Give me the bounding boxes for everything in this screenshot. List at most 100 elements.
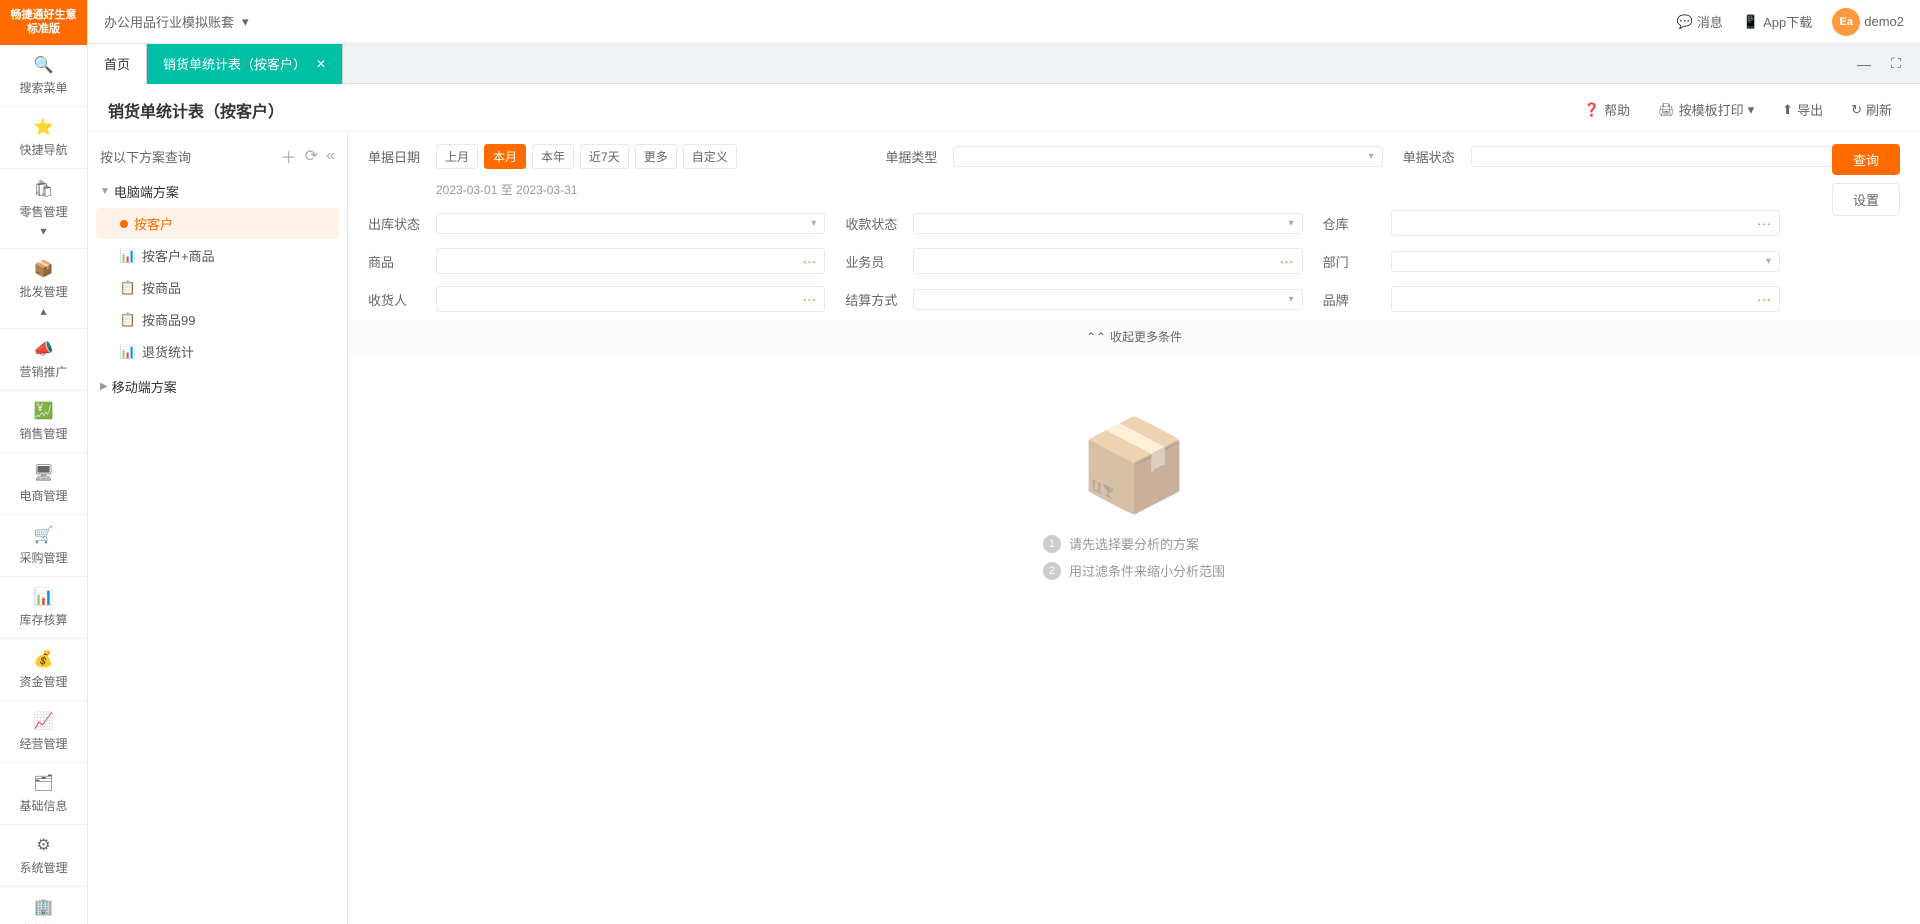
collapse-panel-btn[interactable]: « xyxy=(326,147,335,165)
sidebar-item-sales[interactable]: 💹 销售管理 xyxy=(0,391,88,453)
brand-select[interactable]: ··· xyxy=(1391,286,1780,312)
sidebar-item-wholesale[interactable]: 📦 批发管理 ▴ xyxy=(0,249,88,329)
department-label: 部门 xyxy=(1323,252,1383,271)
export-btn[interactable]: ⬆ 导出 xyxy=(1774,96,1831,123)
purchase-icon: 🛒 xyxy=(34,525,54,545)
department-select[interactable]: ▾ xyxy=(1391,251,1780,272)
date-label: 单据日期 xyxy=(368,147,428,166)
warehouse-select[interactable]: ··· xyxy=(1391,210,1780,236)
date-7days-btn[interactable]: 近7天 xyxy=(580,144,629,169)
receiver-dots-icon: ··· xyxy=(802,291,816,307)
tree-item-by-goods[interactable]: 📋 按商品 xyxy=(96,272,339,303)
step-1-text: 请先选择要分析的方案 xyxy=(1069,534,1199,553)
sidebar-item-label: 采购管理 xyxy=(19,549,67,566)
search-menu-icon: 🔍 xyxy=(34,55,54,75)
sidebar-item-finance[interactable]: 💰 资金管理 xyxy=(0,639,88,701)
sidebar-item-label: 营销推广 xyxy=(19,363,67,380)
tab-close-btn[interactable]: ✕ xyxy=(316,57,326,71)
enterprise-icon: 🏢 xyxy=(34,897,54,917)
sidebar-item-purchase[interactable]: 🛒 采购管理 xyxy=(0,515,88,577)
receiver-label: 收货人 xyxy=(368,290,428,309)
settlement-filter: 结算方式 ▾ xyxy=(845,286,1302,312)
sidebar-item-label: 零售管理 xyxy=(19,203,67,220)
goods-select[interactable]: ··· xyxy=(436,248,825,274)
sidebar-item-marketing[interactable]: 📣 营销推广 xyxy=(0,329,88,391)
user-menu[interactable]: Ea demo2 xyxy=(1832,8,1904,36)
left-panel-actions: ＋ ⟳ « xyxy=(281,144,335,168)
two-panel: 按以下方案查询 ＋ ⟳ « ▼ 电脑端方案 xyxy=(88,132,1920,924)
settlement-select[interactable]: ▾ xyxy=(913,289,1302,310)
user-label: demo2 xyxy=(1864,14,1904,29)
tree-item-by-goods-99[interactable]: 📋 按商品99 xyxy=(96,304,339,335)
query-button[interactable]: 查询 xyxy=(1832,144,1900,175)
help-btn[interactable]: ❓ 帮助 xyxy=(1576,96,1638,123)
desktop-section-header[interactable]: ▼ 电脑端方案 xyxy=(88,176,347,207)
out-status-select[interactable]: ▾ xyxy=(436,213,825,234)
print-btn[interactable]: 🖨 按模板打印 ▾ xyxy=(1650,96,1762,123)
date-last-month-btn[interactable]: 上月 xyxy=(436,144,478,169)
tab-home[interactable]: 首页 xyxy=(88,44,147,84)
sidebar-item-quick-nav[interactable]: ⭐ 快捷导航 xyxy=(0,107,88,169)
receipt-status-select[interactable]: ▾ xyxy=(913,213,1302,234)
active-indicator xyxy=(120,220,128,228)
date-this-year-btn[interactable]: 本年 xyxy=(532,144,574,169)
receiver-filter: 收货人 ··· xyxy=(368,286,825,312)
table-icon: 📋 xyxy=(120,280,136,296)
tree-item-by-customer[interactable]: 按客户 xyxy=(96,208,339,239)
sidebar-item-ecommerce[interactable]: 🖥 电商管理 xyxy=(0,453,88,515)
settlement-arrow: ▾ xyxy=(1289,294,1294,305)
ecommerce-icon: 🖥 xyxy=(33,463,53,483)
settings-button[interactable]: 设置 xyxy=(1832,183,1900,216)
tab-sales-stats[interactable]: 销货单统计表（按客户） ✕ xyxy=(147,44,343,84)
date-this-month-btn[interactable]: 本月 xyxy=(484,144,526,169)
refresh-scheme-btn[interactable]: ⟳ xyxy=(305,146,318,166)
tree-item-by-customer-goods[interactable]: 📊 按客户+商品 xyxy=(96,240,339,271)
app-icon: 📱 xyxy=(1743,14,1759,30)
date-custom-btn[interactable]: 自定义 xyxy=(683,144,737,169)
app-download-btn[interactable]: 📱 App下载 xyxy=(1743,12,1812,31)
sidebar-item-basic[interactable]: 🗂 基础信息 xyxy=(0,763,88,825)
add-scheme-btn[interactable]: ＋ xyxy=(281,144,297,168)
message-label: 消息 xyxy=(1697,12,1723,31)
receiver-select[interactable]: ··· xyxy=(436,286,825,312)
salesman-select[interactable]: ··· xyxy=(913,248,1302,274)
step-2-num: 2 xyxy=(1043,562,1061,580)
wholesale-icon: 📦 xyxy=(34,259,54,279)
expand-icon: ▾ xyxy=(40,224,46,238)
sidebar-item-inventory[interactable]: 📊 库存核算 xyxy=(0,577,88,639)
tree-item-return-stats[interactable]: 📊 退货统计 xyxy=(96,336,339,367)
sidebar-item-enterprise[interactable]: 🏢 企业协同 xyxy=(0,887,88,924)
tab-minimize-btn[interactable]: — xyxy=(1852,52,1876,76)
goods-label: 商品 xyxy=(368,252,428,271)
mobile-section-header[interactable]: ▶ 移动端方案 xyxy=(88,371,347,402)
desktop-expand-icon: ▼ xyxy=(100,186,110,197)
brand-label: 品牌 xyxy=(1323,290,1383,309)
sidebar-item-system[interactable]: ⚙ 系统管理 xyxy=(0,825,88,887)
date-range-value: 2023-03-01 至 2023-03-31 xyxy=(436,181,577,198)
date-filter: 单据日期 上月 本月 本年 近7天 更多 自定义 xyxy=(368,144,865,169)
message-btn[interactable]: 💬 消息 xyxy=(1677,12,1723,31)
date-range-selector: 上月 本月 本年 近7天 更多 自定义 xyxy=(436,144,865,169)
tree-item-label: 按客户+商品 xyxy=(142,246,215,265)
industry-dropdown-icon[interactable]: ▾ xyxy=(242,14,249,30)
tab-maximize-btn[interactable]: ⛶ xyxy=(1884,52,1908,76)
step-2-text: 用过滤条件来缩小分析范围 xyxy=(1069,561,1225,580)
order-type-filter: 单据类型 ▾ xyxy=(885,146,1382,167)
left-panel-title: 按以下方案查询 xyxy=(100,147,191,166)
basic-icon: 🗂 xyxy=(33,773,53,793)
warehouse-filter: 仓库 ··· xyxy=(1323,210,1780,236)
warehouse-label: 仓库 xyxy=(1323,214,1383,233)
order-type-select[interactable]: ▾ xyxy=(953,146,1382,167)
retail-icon: 🛍 xyxy=(33,179,53,199)
collapse-more-conditions[interactable]: ⌃⌃ 收起更多条件 xyxy=(348,320,1920,353)
page-wrapper: 销货单统计表（按客户） ❓ 帮助 🖨 按模板打印 ▾ ⬆ 导出 xyxy=(88,84,1920,924)
sidebar-item-operation[interactable]: 📈 经营管理 xyxy=(0,701,88,763)
empty-step-2: 2 用过滤条件来缩小分析范围 xyxy=(1043,561,1225,580)
sidebar-item-retail[interactable]: 🛍 零售管理 ▾ xyxy=(0,169,88,249)
export-label: 导出 xyxy=(1797,100,1823,119)
refresh-label: 刷新 xyxy=(1866,100,1892,119)
brand-filter: 品牌 ··· xyxy=(1323,286,1780,312)
sidebar-item-search-menu[interactable]: 🔍 搜索菜单 xyxy=(0,45,88,107)
date-more-btn[interactable]: 更多 xyxy=(635,144,677,169)
refresh-btn[interactable]: ↻ 刷新 xyxy=(1843,96,1900,123)
